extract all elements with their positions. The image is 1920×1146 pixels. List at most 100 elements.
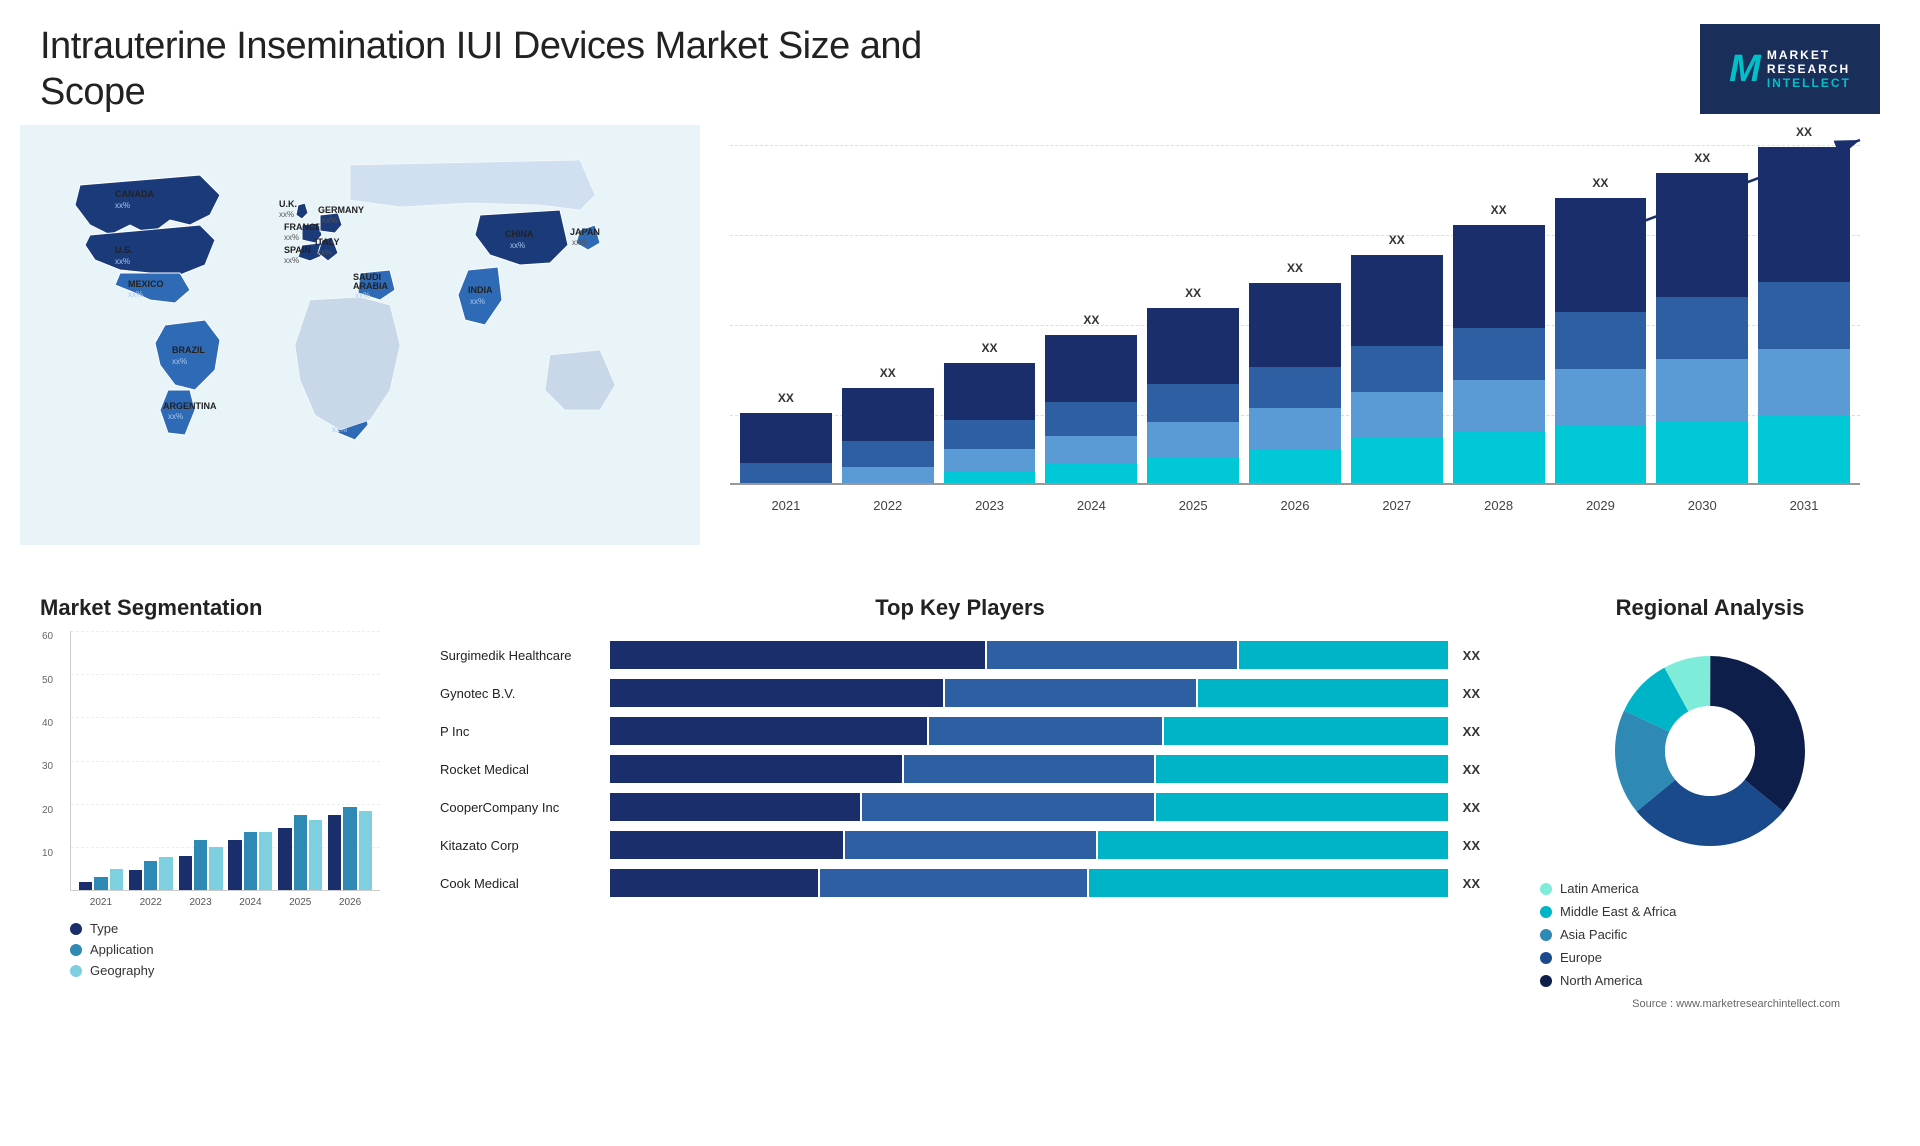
legend-latam-dot — [1540, 883, 1552, 895]
seg-bar-2022: 2022 — [129, 857, 173, 890]
bar-2028: XX 2028 — [1453, 225, 1545, 483]
legend-application: Application — [70, 942, 380, 957]
legend-type-dot — [70, 923, 82, 935]
bar-2029: XX 2029 — [1555, 198, 1647, 483]
logo-line1: MARKET — [1767, 48, 1851, 62]
legend-latam-label: Latin America — [1560, 881, 1639, 896]
legend-type: Type — [70, 921, 380, 936]
legend-na-dot — [1540, 975, 1552, 987]
legend-app-label: Application — [90, 942, 154, 957]
regional-section: Regional Analysis — [1520, 585, 1900, 1005]
legend-geo-dot — [70, 965, 82, 977]
svg-text:xx%: xx% — [279, 210, 294, 219]
svg-text:BRAZIL: BRAZIL — [172, 345, 205, 355]
header: Intrauterine Insemination IUI Devices Ma… — [0, 0, 1920, 125]
svg-text:SPAIN: SPAIN — [284, 245, 311, 255]
legend-europe-dot — [1540, 952, 1552, 964]
bar-2023: XX 2023 — [944, 363, 1036, 483]
player-value-rocket: XX — [1463, 762, 1480, 777]
player-bar-pinc — [610, 717, 1448, 745]
player-bar-gynotec — [610, 679, 1448, 707]
seg-type-bar — [79, 882, 92, 890]
bar-2027: XX 2027 — [1351, 255, 1443, 483]
seg-grid-60 — [71, 631, 380, 632]
legend-apac: Asia Pacific — [1540, 927, 1880, 942]
svg-text:xx%: xx% — [168, 412, 183, 421]
bar-2021: XX 2021 — [740, 413, 832, 483]
logo-line2: RESEARCH — [1767, 62, 1851, 76]
legend-mea: Middle East & Africa — [1540, 904, 1880, 919]
player-name-pinc: P Inc — [440, 724, 600, 739]
seg-y-axis: 60 50 40 30 20 10 — [42, 631, 53, 891]
svg-text:xx%: xx% — [510, 241, 525, 250]
svg-text:CANADA: CANADA — [115, 189, 154, 199]
source-text: Source : www.marketresearchintellect.com — [1540, 998, 1880, 1010]
svg-text:xx%: xx% — [284, 256, 299, 265]
seg-geo-bar — [110, 869, 123, 890]
player-bar-surgimedik — [610, 641, 1448, 669]
svg-text:U.K.: U.K. — [279, 199, 297, 209]
bar-chart-container: XX 2021 XX 2022 — [700, 125, 1900, 585]
seg-bar-2026: 2026 — [328, 807, 372, 890]
player-name-cook: Cook Medical — [440, 876, 600, 891]
logo-box: M MARKET RESEARCH INTELLECT — [1700, 24, 1880, 114]
svg-text:CHINA: CHINA — [505, 229, 534, 239]
seg-grid-50 — [71, 674, 380, 675]
players-title: Top Key Players — [440, 595, 1480, 621]
legend-app-dot — [70, 944, 82, 956]
player-row-rocket: Rocket Medical XX — [440, 755, 1480, 783]
donut-center — [1665, 706, 1755, 796]
svg-text:xx%: xx% — [322, 216, 337, 225]
player-bar-kitazato — [610, 831, 1448, 859]
svg-text:FRANCE: FRANCE — [284, 222, 322, 232]
segmentation-section: Market Segmentation 60 50 40 30 20 10 — [20, 585, 400, 1005]
player-row-pinc: P Inc XX — [440, 717, 1480, 745]
player-bar-cook — [610, 869, 1448, 897]
player-name-rocket: Rocket Medical — [440, 762, 600, 777]
legend-geo-label: Geography — [90, 963, 154, 978]
svg-text:ITALY: ITALY — [315, 237, 340, 247]
donut-chart — [1590, 631, 1830, 871]
svg-text:xx%: xx% — [572, 238, 587, 247]
legend-type-label: Type — [90, 921, 118, 936]
players-list: Surgimedik Healthcare XX Gynotec B.V. XX — [440, 631, 1480, 917]
legend-mea-dot — [1540, 906, 1552, 918]
legend-latam: Latin America — [1540, 881, 1880, 896]
player-value-pinc: XX — [1463, 724, 1480, 739]
seg-app-bar — [94, 877, 107, 890]
logo-container: M MARKET RESEARCH INTELLECT — [1700, 24, 1880, 114]
player-row-gynotec: Gynotec B.V. XX — [440, 679, 1480, 707]
svg-text:xx%: xx% — [284, 233, 299, 242]
player-value-gynotec: XX — [1463, 686, 1480, 701]
player-value-cook: XX — [1463, 876, 1480, 891]
player-name-kitazato: Kitazato Corp — [440, 838, 600, 853]
trend-arrow — [1620, 135, 1870, 235]
legend-apac-dot — [1540, 929, 1552, 941]
svg-text:U.S.: U.S. — [115, 245, 133, 255]
svg-text:INDIA: INDIA — [468, 285, 493, 295]
legend-europe: Europe — [1540, 950, 1880, 965]
bar-2022: XX 2022 — [842, 388, 934, 483]
seg-grid-20 — [71, 804, 380, 805]
svg-text:MEXICO: MEXICO — [128, 279, 164, 289]
regional-legend: Latin America Middle East & Africa Asia … — [1540, 881, 1880, 988]
player-row-cooper: CooperCompany Inc XX — [440, 793, 1480, 821]
seg-legend: Type Application Geography — [70, 921, 380, 978]
svg-text:ARGENTINA: ARGENTINA — [163, 401, 217, 411]
regional-title: Regional Analysis — [1540, 595, 1880, 621]
player-row-kitazato: Kitazato Corp XX — [440, 831, 1480, 859]
seg-bars-area: 2021 2022 2023 — [70, 631, 380, 891]
svg-text:xx%: xx% — [115, 201, 130, 210]
seg-bar-2025: 2025 — [278, 815, 322, 890]
legend-mea-label: Middle East & Africa — [1560, 904, 1676, 919]
player-value-cooper: XX — [1463, 800, 1480, 815]
legend-europe-label: Europe — [1560, 950, 1602, 965]
player-row-cook: Cook Medical XX — [440, 869, 1480, 897]
player-row-surgimedik: Surgimedik Healthcare XX — [440, 641, 1480, 669]
legend-geography: Geography — [70, 963, 380, 978]
player-name-cooper: CooperCompany Inc — [440, 800, 600, 815]
player-value-kitazato: XX — [1463, 838, 1480, 853]
bottom-row: Market Segmentation 60 50 40 30 20 10 — [0, 585, 1920, 1005]
segmentation-title: Market Segmentation — [40, 595, 380, 621]
seg-bar-2021: 2021 — [79, 869, 123, 890]
